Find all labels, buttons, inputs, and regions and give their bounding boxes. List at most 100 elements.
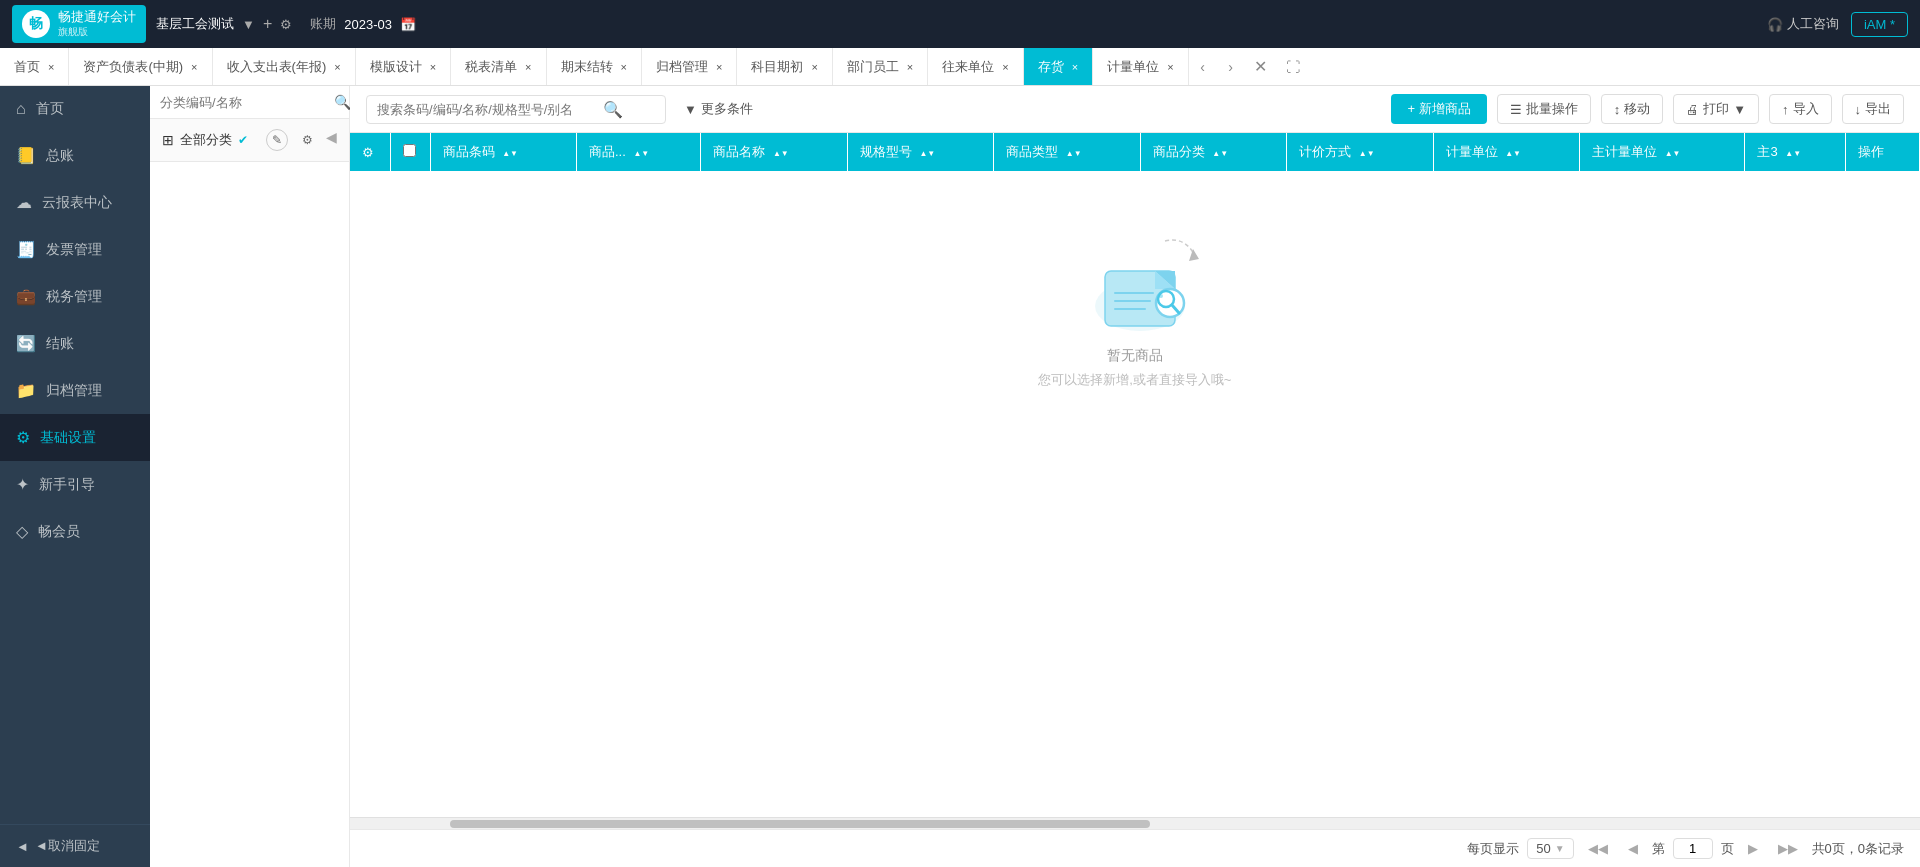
account-button[interactable]: iAM * — [1851, 12, 1908, 37]
sidebar-item-report-label: 云报表中心 — [42, 194, 112, 212]
th-col3[interactable]: 主3 ▲▼ — [1745, 133, 1845, 171]
product-search-icon[interactable]: 🔍 — [603, 100, 623, 119]
category-all-label[interactable]: 全部分类 — [180, 131, 232, 149]
tab-income-close[interactable]: × — [334, 61, 340, 73]
more-filters-btn[interactable]: ▼ 更多条件 — [676, 96, 761, 122]
tab-home-close[interactable]: × — [48, 61, 54, 73]
tab-archive[interactable]: 归档管理 × — [642, 48, 737, 86]
th-unit[interactable]: 计量单位 ▲▼ — [1433, 133, 1579, 171]
product-search-bar: 🔍 — [366, 95, 666, 124]
tab-period-end-close[interactable]: × — [621, 61, 627, 73]
last-page-btn[interactable]: ▶▶ — [1772, 839, 1804, 858]
per-page-dropdown-icon[interactable]: ▼ — [1555, 843, 1565, 854]
prev-page-btn[interactable]: ◀ — [1622, 839, 1644, 858]
th-settings[interactable]: ⚙ — [350, 133, 390, 171]
sidebar-item-settle[interactable]: 🔄 结账 — [0, 320, 150, 367]
print-btn[interactable]: 🖨 打印 ▼ — [1673, 94, 1759, 124]
tab-balance-close[interactable]: × — [191, 61, 197, 73]
archive-icon: 📁 — [16, 381, 36, 400]
sidebar-item-invoice[interactable]: 🧾 发票管理 — [0, 226, 150, 273]
sidebar-item-settings[interactable]: ⚙ 基础设置 — [0, 414, 150, 461]
workspace-settings-icon[interactable]: ⚙ — [280, 17, 292, 32]
tab-subject-label: 科目期初 — [751, 58, 803, 76]
tab-inventory-close[interactable]: × — [1072, 61, 1078, 73]
tab-next-btn[interactable]: › — [1217, 48, 1245, 86]
scroll-thumb[interactable] — [450, 820, 1150, 828]
category-search-input[interactable] — [160, 95, 328, 110]
th-spec[interactable]: 规格型号 ▲▼ — [847, 133, 993, 171]
table-body: 暂无商品 您可以选择新增,或者直接导入哦~ — [350, 171, 1920, 449]
export-icon: ↓ — [1855, 102, 1862, 117]
svg-marker-0 — [1189, 249, 1199, 261]
top-right: 🎧 人工咨询 iAM * — [1767, 12, 1908, 37]
tab-counterpart[interactable]: 往来单位 × — [928, 48, 1023, 86]
move-btn[interactable]: ↕ 移动 — [1601, 94, 1664, 124]
tab-tax[interactable]: 税表清单 × — [451, 48, 546, 86]
tab-inventory[interactable]: 存货 × — [1024, 48, 1093, 86]
tab-period-end-label: 期末结转 — [561, 58, 613, 76]
tab-tax-label: 税表清单 — [465, 58, 517, 76]
th-price-method[interactable]: 计价方式 ▲▼ — [1287, 133, 1433, 171]
next-page-btn[interactable]: ▶ — [1742, 839, 1764, 858]
batch-operation-btn[interactable]: ☰ 批量操作 — [1497, 94, 1591, 124]
tab-prev-btn[interactable]: ‹ — [1189, 48, 1217, 86]
th-main-unit[interactable]: 主计量单位 ▲▼ — [1580, 133, 1745, 171]
sidebar-item-archive[interactable]: 📁 归档管理 — [0, 367, 150, 414]
sidebar-item-tax[interactable]: 💼 税务管理 — [0, 273, 150, 320]
workspace-add-btn[interactable]: + — [263, 15, 272, 33]
product-search-input[interactable] — [377, 102, 597, 117]
select-all-checkbox[interactable] — [403, 144, 416, 157]
tab-period-end[interactable]: 期末结转 × — [547, 48, 642, 86]
home-icon: ⌂ — [16, 100, 26, 118]
sidebar-item-member[interactable]: ◇ 畅会员 — [0, 508, 150, 555]
left-panel-collapse-btn[interactable]: ◀ — [326, 129, 337, 151]
category-edit-btn[interactable]: ✎ — [266, 129, 288, 151]
workspace-dropdown-icon[interactable]: ▼ — [242, 17, 255, 32]
per-page-select[interactable]: 50 ▼ — [1527, 838, 1573, 859]
calendar-icon[interactable]: 📅 — [400, 17, 416, 32]
th-category[interactable]: 商品分类 ▲▼ — [1140, 133, 1286, 171]
th-checkbox[interactable] — [390, 133, 430, 171]
tab-dept-close[interactable]: × — [907, 61, 913, 73]
logo-area: 畅 畅捷通好会计 旗舰版 — [12, 5, 146, 43]
tab-unit[interactable]: 计量单位 × — [1093, 48, 1188, 86]
sidebar-item-report[interactable]: ☁ 云报表中心 — [0, 179, 150, 226]
category-search-icon[interactable]: 🔍 — [334, 94, 351, 110]
tab-template-close[interactable]: × — [430, 61, 436, 73]
tab-home[interactable]: 首页 × — [0, 48, 69, 86]
tab-template[interactable]: 模版设计 × — [356, 48, 451, 86]
category-header: ⊞ 全部分类 ✔ ✎ ⚙ ◀ — [150, 119, 349, 162]
sidebar-unpin-btn[interactable]: ◄ ◄取消固定 — [0, 824, 150, 867]
export-btn[interactable]: ↓ 导出 — [1842, 94, 1905, 124]
tab-dept[interactable]: 部门员工 × — [833, 48, 928, 86]
horizontal-scrollbar[interactable] — [350, 817, 1920, 829]
tab-close-all-btn[interactable]: ✕ — [1245, 48, 1277, 86]
tab-tax-close[interactable]: × — [525, 61, 531, 73]
sidebar-item-ledger[interactable]: 📒 总账 — [0, 132, 150, 179]
th-barcode[interactable]: 商品条码 ▲▼ — [430, 133, 576, 171]
help-button[interactable]: 🎧 人工咨询 — [1767, 15, 1839, 33]
add-product-btn[interactable]: + 新增商品 — [1391, 94, 1486, 124]
main-layout: ⌂ 首页 📒 总账 ☁ 云报表中心 🧾 发票管理 💼 税务管理 🔄 结账 📁 归… — [0, 86, 1920, 867]
tab-subject[interactable]: 科目期初 × — [737, 48, 832, 86]
tab-archive-close[interactable]: × — [716, 61, 722, 73]
sidebar-item-home[interactable]: ⌂ 首页 — [0, 86, 150, 132]
first-page-btn[interactable]: ◀◀ — [1582, 839, 1614, 858]
category-settings-btn[interactable]: ⚙ — [296, 129, 318, 151]
sort-unit: ▲▼ — [1505, 149, 1521, 158]
th-type[interactable]: 商品类型 ▲▼ — [994, 133, 1140, 171]
th-code[interactable]: 商品... ▲▼ — [576, 133, 700, 171]
sidebar-item-guide[interactable]: ✦ 新手引导 — [0, 461, 150, 508]
tab-counterpart-close[interactable]: × — [1002, 61, 1008, 73]
import-btn[interactable]: ↑ 导入 — [1769, 94, 1832, 124]
page-number-input[interactable] — [1673, 838, 1713, 859]
invoice-icon: 🧾 — [16, 240, 36, 259]
tab-unit-close[interactable]: × — [1167, 61, 1173, 73]
sidebar-item-archive-label: 归档管理 — [46, 382, 102, 400]
tab-balance[interactable]: 资产负债表(中期) × — [69, 48, 212, 86]
th-name[interactable]: 商品名称 ▲▼ — [701, 133, 847, 171]
sort-code: ▲▼ — [633, 149, 649, 158]
tab-expand-btn[interactable]: ⛶ — [1277, 48, 1309, 86]
tab-subject-close[interactable]: × — [811, 61, 817, 73]
tab-income[interactable]: 收入支出表(年报) × — [213, 48, 356, 86]
